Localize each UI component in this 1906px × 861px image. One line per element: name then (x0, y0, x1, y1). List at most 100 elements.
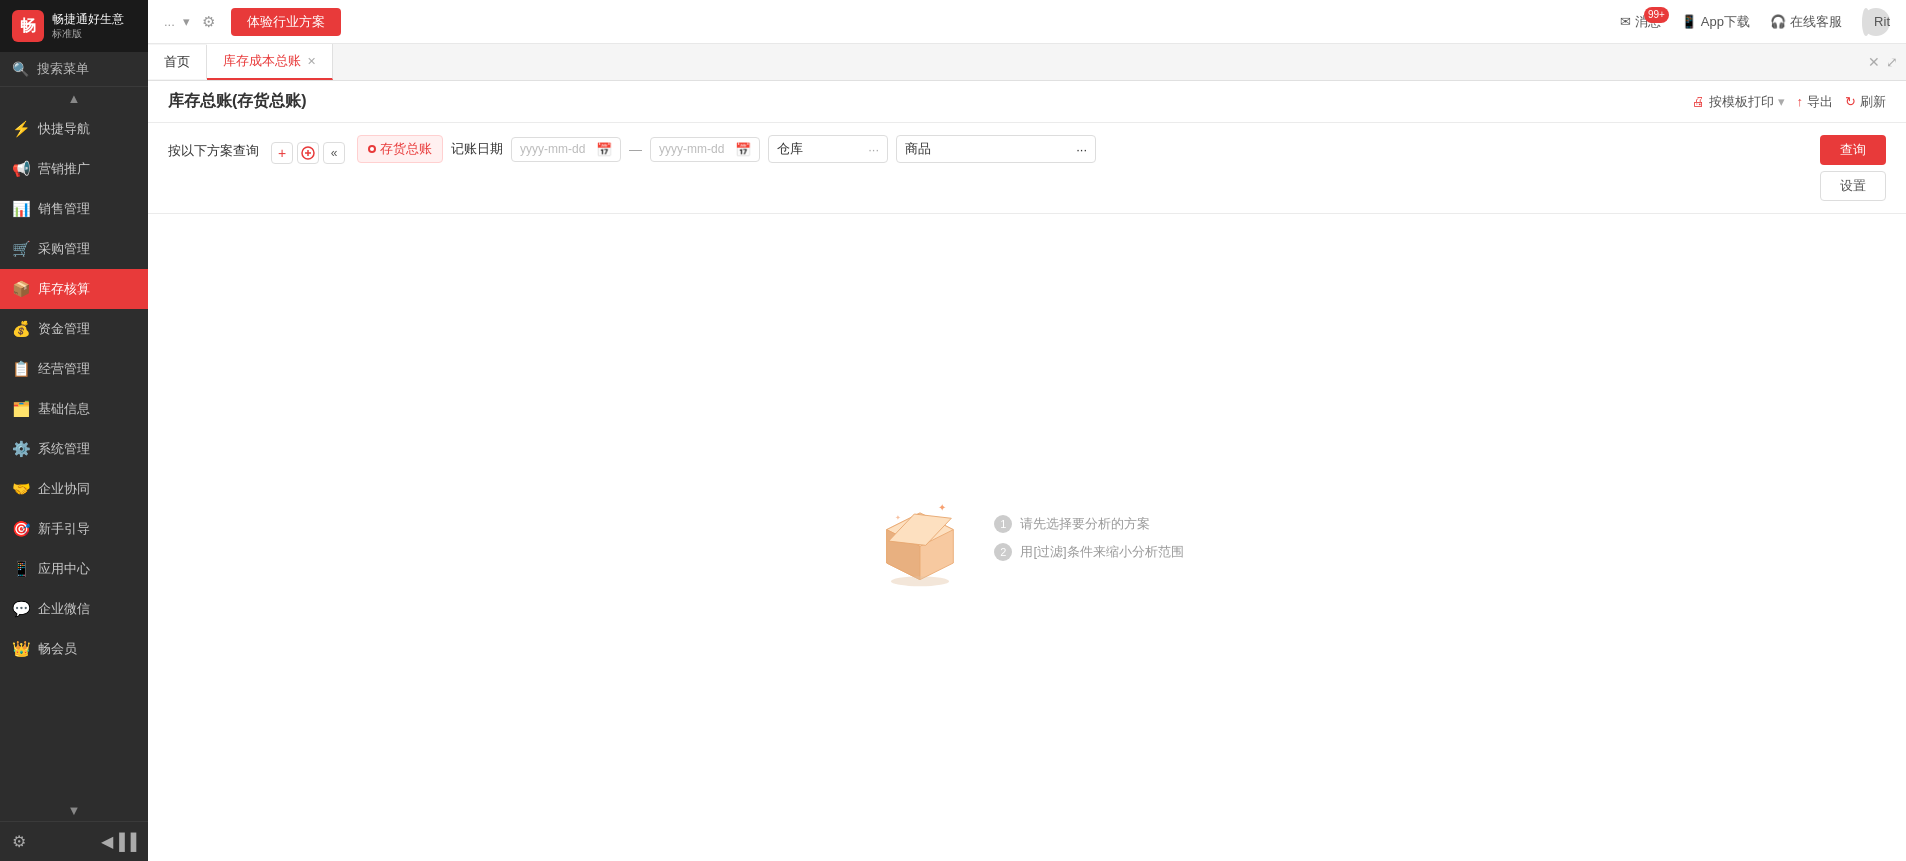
date-end-input[interactable]: yyyy-mm-dd 📅 (650, 137, 760, 162)
app-download-btn[interactable]: 📱 App下载 (1681, 13, 1750, 31)
empty-illustration: ✦ ✦ (870, 488, 970, 588)
sidebar-item-inventory[interactable]: 📦 库存核算 (0, 269, 148, 309)
sidebar-item-quick-nav[interactable]: ⚡ 快捷导航 (0, 109, 148, 149)
basic-icon: 🗂️ (12, 400, 30, 418)
filter-bar: 按以下方案查询 + « 存货总账 (148, 123, 1906, 214)
message-badge: 99+ (1644, 7, 1669, 23)
settings-footer-icon[interactable]: ⚙ (12, 832, 26, 851)
user-avatar[interactable]: Rit (1862, 8, 1890, 36)
tip-num-2: 2 (994, 543, 1012, 561)
online-service-btn[interactable]: 🎧 在线客服 (1770, 13, 1842, 31)
search-icon: 🔍 (12, 61, 29, 77)
sidebar-item-system[interactable]: ⚙️ 系统管理 (0, 429, 148, 469)
filter-label: 按以下方案查询 (168, 142, 259, 160)
calendar-end-icon: 📅 (735, 142, 751, 157)
filter-scheme-row: 存货总账 (357, 135, 443, 163)
filter-add-btns: + « (271, 142, 345, 164)
empty-tip-2: 2 用[过滤]条件来缩小分析范围 (994, 543, 1183, 561)
sidebar-item-newbie[interactable]: 🎯 新手引导 (0, 509, 148, 549)
apps-icon: 📱 (12, 560, 30, 578)
svg-text:✦: ✦ (939, 502, 947, 513)
sidebar-item-basic[interactable]: 🗂️ 基础信息 (0, 389, 148, 429)
breadcrumb: ... (164, 14, 175, 29)
logo-text: 畅捷通好生意 标准版 (52, 12, 124, 41)
circle-add-btn[interactable] (297, 142, 319, 164)
sidebar: 畅 畅捷通好生意 标准版 🔍 搜索菜单 ▲ ⚡ 快捷导航 📢 营销推广 📊 销售… (0, 0, 148, 861)
tabs-bar: 首页 库存成本总账 ✕ ✕ ⤢ (148, 44, 1906, 81)
marketing-icon: 📢 (12, 160, 30, 178)
refresh-btn[interactable]: ↻ 刷新 (1845, 93, 1886, 111)
topbar-right: ✉ 消息 99+ 📱 App下载 🎧 在线客服 Rit (1620, 8, 1890, 36)
filter-date-row: 记账日期 yyyy-mm-dd 📅 — yyyy-mm-dd 📅 (451, 137, 760, 162)
empty-content: ✦ ✦ 1 请先选择要分析的方案 2 用[过滤]条件来缩小分析范围 (870, 488, 1183, 588)
tab-home[interactable]: 首页 (148, 45, 207, 79)
query-button[interactable]: 查询 (1820, 135, 1886, 165)
app-logo: 畅 畅捷通好生意 标准版 (0, 0, 148, 52)
sidebar-item-finance[interactable]: 💰 资金管理 (0, 309, 148, 349)
sidebar-nav: ⚡ 快捷导航 📢 营销推广 📊 销售管理 🛒 采购管理 📦 库存核算 💰 资金管… (0, 109, 148, 799)
main-area: ... ▾ ⚙ 体验行业方案 ✉ 消息 99+ 📱 App下载 🎧 在线客服 R… (148, 0, 1906, 861)
quick-nav-icon: ⚡ (12, 120, 30, 138)
sidebar-item-purchase[interactable]: 🛒 采购管理 (0, 229, 148, 269)
page-content: 库存总账(存货总账) 🖨 按模板打印 ▾ ↑ 导出 ↻ 刷新 按以下方案查询 (148, 81, 1906, 861)
svg-text:✦: ✦ (895, 513, 901, 520)
sidebar-item-enterprise[interactable]: 🤝 企业协同 (0, 469, 148, 509)
phone-icon: 📱 (1681, 14, 1697, 29)
close-panel-icon[interactable]: ✕ (1868, 54, 1880, 70)
warehouse-more-icon: ··· (868, 142, 879, 157)
export-icon: ↑ (1797, 94, 1804, 109)
empty-tips: 1 请先选择要分析的方案 2 用[过滤]条件来缩小分析范围 (994, 515, 1183, 561)
sidebar-scroll-up[interactable]: ▲ (0, 87, 148, 109)
export-btn[interactable]: ↑ 导出 (1797, 93, 1834, 111)
newbie-icon: 🎯 (12, 520, 30, 538)
date-separator: — (629, 142, 642, 157)
search-menu[interactable]: 🔍 搜索菜单 (0, 52, 148, 87)
warehouse-field[interactable]: 仓库 ··· (768, 135, 888, 163)
topbar-gear-icon[interactable]: ⚙ (202, 13, 215, 31)
tab-close-icon[interactable]: ✕ (307, 55, 316, 68)
empty-tip-1: 1 请先选择要分析的方案 (994, 515, 1183, 533)
member-icon: 👑 (12, 640, 30, 658)
collapse-filter-btn[interactable]: « (323, 142, 345, 164)
finance-icon: 💰 (12, 320, 30, 338)
sidebar-item-marketing[interactable]: 📢 营销推广 (0, 149, 148, 189)
product-more-icon: ··· (1076, 142, 1087, 157)
message-btn[interactable]: ✉ 消息 99+ (1620, 13, 1661, 31)
wechat-icon: 💬 (12, 600, 30, 618)
system-icon: ⚙️ (12, 440, 30, 458)
product-field[interactable]: 商品 ··· (896, 135, 1096, 163)
enterprise-icon: 🤝 (12, 480, 30, 498)
scheme-tag[interactable]: 存货总账 (357, 135, 443, 163)
page-header-actions: 🖨 按模板打印 ▾ ↑ 导出 ↻ 刷新 (1692, 93, 1887, 111)
settings-button[interactable]: 设置 (1820, 171, 1886, 201)
setting-filter-icon (301, 146, 315, 160)
print-chevron-icon: ▾ (1778, 94, 1785, 109)
inventory-icon: 📦 (12, 280, 30, 298)
sidebar-item-wechat[interactable]: 💬 企业微信 (0, 589, 148, 629)
add-filter-btn[interactable]: + (271, 142, 293, 164)
purchase-icon: 🛒 (12, 240, 30, 258)
date-label: 记账日期 (451, 140, 503, 158)
filter-controls: 存货总账 记账日期 yyyy-mm-dd 📅 — yyyy-mm-dd 📅 (357, 135, 1808, 163)
empty-state: ✦ ✦ 1 请先选择要分析的方案 2 用[过滤]条件来缩小分析范围 (148, 214, 1906, 861)
filter-actions: 查询 设置 (1820, 135, 1886, 201)
tab-inventory-cost[interactable]: 库存成本总账 ✕ (207, 44, 333, 80)
breadcrumb-chevron[interactable]: ▾ (183, 14, 190, 29)
date-start-input[interactable]: yyyy-mm-dd 📅 (511, 137, 621, 162)
print-btn[interactable]: 🖨 按模板打印 ▾ (1692, 93, 1785, 111)
sidebar-item-operation[interactable]: 📋 经营管理 (0, 349, 148, 389)
headset-icon: 🎧 (1770, 14, 1786, 29)
speaker-icon[interactable]: ◀▐▐ (101, 832, 136, 851)
sidebar-item-member[interactable]: 👑 畅会员 (0, 629, 148, 669)
industry-btn[interactable]: 体验行业方案 (231, 8, 341, 36)
calendar-start-icon: 📅 (596, 142, 612, 157)
page-title: 库存总账(存货总账) (168, 91, 307, 112)
sidebar-item-sales[interactable]: 📊 销售管理 (0, 189, 148, 229)
expand-icon[interactable]: ⤢ (1886, 54, 1898, 70)
sidebar-item-apps[interactable]: 📱 应用中心 (0, 549, 148, 589)
sidebar-footer: ⚙ ◀▐▐ (0, 821, 148, 861)
sidebar-scroll-down[interactable]: ▼ (0, 799, 148, 821)
topbar: ... ▾ ⚙ 体验行业方案 ✉ 消息 99+ 📱 App下载 🎧 在线客服 R… (148, 0, 1906, 44)
sales-icon: 📊 (12, 200, 30, 218)
message-icon: ✉ (1620, 14, 1631, 29)
